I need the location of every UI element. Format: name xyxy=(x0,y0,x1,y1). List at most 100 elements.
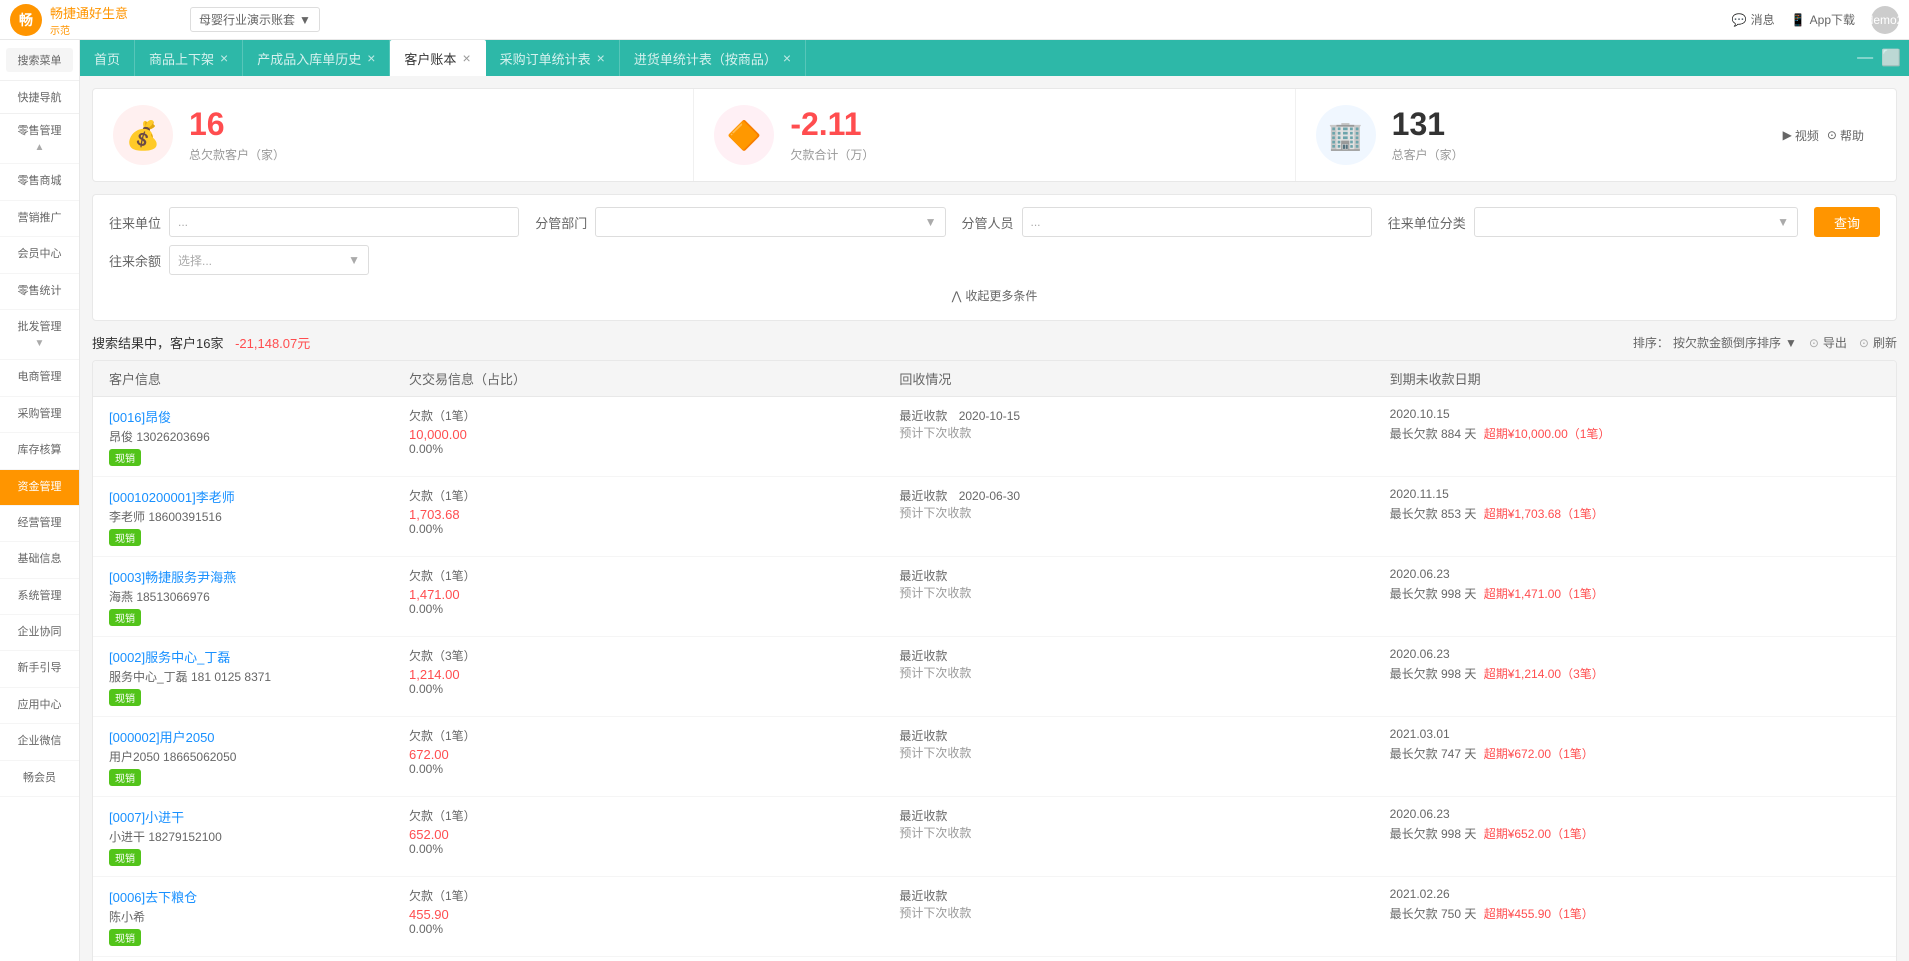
dept-select[interactable]: ▼ xyxy=(595,207,945,237)
sidebar-item-retail-mgmt[interactable]: 零售管理 ▲ xyxy=(0,114,79,164)
customer-name-4[interactable]: [000002]用户2050 xyxy=(109,727,409,746)
sort-selector[interactable]: 排序： 按欠款金额倒序排序 ▼ xyxy=(1633,334,1797,351)
manager-label: 分管人员 xyxy=(962,213,1014,232)
export-btn[interactable]: ⊙ 导出 xyxy=(1809,334,1847,351)
debt-amount-6[interactable]: 455.90 xyxy=(409,907,899,922)
sidebar-item-app-center[interactable]: 应用中心 xyxy=(0,688,79,724)
customer-info-cell: [0016]昂俊 昂俊 13026203696 现销 xyxy=(109,407,409,466)
sidebar-item-retail-mall[interactable]: 零售商城 xyxy=(0,164,79,200)
customer-phone-1: 李老师 18600391516 xyxy=(109,508,409,525)
tab-product-history[interactable]: 产成品入库单历史 × xyxy=(243,40,390,76)
app-download-btn[interactable]: 📱 App下载 xyxy=(1791,11,1855,28)
sidebar-item-system-mgmt[interactable]: 系统管理 xyxy=(0,579,79,615)
tab-product-history-close[interactable]: × xyxy=(367,50,375,66)
help-btn[interactable]: ⊙ 帮助 xyxy=(1827,127,1864,144)
collapse-btn[interactable]: ⋀ 收起更多条件 xyxy=(952,287,1038,304)
overdue-link-0[interactable]: 超期¥10,000.00（1笔） xyxy=(1484,427,1611,441)
overdue-link-5[interactable]: 超期¥652.00（1笔） xyxy=(1484,827,1594,841)
refresh-icon: ⊙ xyxy=(1859,336,1869,350)
stat-info-debt-customers: 16 总欠款客户（家） xyxy=(189,108,673,163)
sidebar-item-retail-stats[interactable]: 零售统计 xyxy=(0,274,79,310)
debt-amount-0[interactable]: 10,000.00 xyxy=(409,427,899,442)
tab-import-stats-close[interactable]: × xyxy=(783,50,791,66)
due-date-2: 2020.06.23 xyxy=(1390,567,1880,581)
overdue-link-1[interactable]: 超期¥1,703.68（1笔） xyxy=(1484,507,1604,521)
sidebar-item-operation-mgmt[interactable]: 经营管理 xyxy=(0,506,79,542)
debt-customers-label: 总欠款客户（家） xyxy=(189,146,673,163)
data-table: 客户信息 欠交易信息（占比） 回收情况 到期未收款日期 [0016]昂俊 昂俊 … xyxy=(92,360,1897,961)
top-bar: 畅 畅捷通好生意 示范 母婴行业演示账套 ▼ 💬 消息 📱 App下载 xyxy=(0,0,1909,40)
overdue-link-6[interactable]: 超期¥455.90（1笔） xyxy=(1484,907,1594,921)
debt-amount-5[interactable]: 652.00 xyxy=(409,827,899,842)
search-menu-btn[interactable]: 搜索菜单 xyxy=(6,48,73,72)
overdue-link-2[interactable]: 超期¥1,471.00（1笔） xyxy=(1484,587,1604,601)
customer-name-6[interactable]: [0006]去下粮仓 xyxy=(109,887,409,906)
balance-select[interactable]: 选择... ▼ xyxy=(169,245,369,275)
total-customers-icon: 🏢 xyxy=(1316,105,1376,165)
sidebar-item-marketing[interactable]: 营销推广 xyxy=(0,201,79,237)
customer-tag-2: 现销 xyxy=(109,609,141,626)
refresh-btn[interactable]: ⊙ 刷新 xyxy=(1859,334,1897,351)
avatar[interactable]: demo2 xyxy=(1871,6,1899,34)
industry-selector[interactable]: 母婴行业演示账套 ▼ xyxy=(190,7,320,32)
customer-name-0[interactable]: [0016]昂俊 xyxy=(109,407,409,426)
debt-amount-3[interactable]: 1,214.00 xyxy=(409,667,899,682)
recovery-latest-0: 最近收款 2020-10-15 xyxy=(899,407,1389,424)
debt-amount-4[interactable]: 672.00 xyxy=(409,747,899,762)
tab-home-label: 首页 xyxy=(94,49,120,68)
sidebar-item-capital-mgmt[interactable]: 资金管理 xyxy=(0,470,79,506)
tab-customer-account-label: 客户账本 xyxy=(404,49,456,68)
dept-chevron: ▼ xyxy=(925,215,937,229)
tab-home[interactable]: 首页 xyxy=(80,40,135,76)
tab-maximize-icon[interactable]: ⬜ xyxy=(1881,48,1901,68)
unit-category-select[interactable]: ▼ xyxy=(1474,207,1798,237)
overdue-days-2: 最长欠款 998 天 xyxy=(1390,587,1477,601)
customer-name-2[interactable]: [0003]畅捷服务尹海燕 xyxy=(109,567,409,586)
debt-count-0: 欠款（1笔） xyxy=(409,407,899,424)
search-button[interactable]: 查询 xyxy=(1814,207,1880,237)
tab-product-shelf-close[interactable]: × xyxy=(220,50,228,66)
sidebar-item-member-center[interactable]: 会员中心 xyxy=(0,237,79,273)
sidebar-item-member-plus[interactable]: 畅会员 xyxy=(0,761,79,797)
sidebar-item-enterprise-wechat[interactable]: 企业微信 xyxy=(0,724,79,760)
sidebar-item-basic-info[interactable]: 基础信息 xyxy=(0,542,79,578)
debt-amount-1[interactable]: 1,703.68 xyxy=(409,507,899,522)
export-icon: ⊙ xyxy=(1809,336,1819,350)
overdue-link-3[interactable]: 超期¥1,214.00（3笔） xyxy=(1484,667,1604,681)
customer-name-3[interactable]: [0002]服务中心_丁磊 xyxy=(109,647,409,666)
tab-purchase-stats-close[interactable]: × xyxy=(597,50,605,66)
table-row: [0016]昂俊 昂俊 13026203696 现销 欠款（1笔） 10,000… xyxy=(93,397,1896,477)
recovery-next-4: 预计下次收款 xyxy=(899,744,1389,761)
tab-purchase-stats[interactable]: 采购订单统计表 × xyxy=(486,40,620,76)
sidebar-item-enterprise-coop[interactable]: 企业协同 xyxy=(0,615,79,651)
tab-minimize-icon[interactable]: — xyxy=(1857,49,1873,67)
table-row: [0003]畅捷服务尹海燕 海燕 18513066976 现销 欠款（1笔） 1… xyxy=(93,557,1896,637)
sidebar-item-inventory[interactable]: 库存核算 xyxy=(0,433,79,469)
from-unit-input[interactable]: ... xyxy=(169,207,519,237)
customer-info-cell: [0003]畅捷服务尹海燕 海燕 18513066976 现销 xyxy=(109,567,409,626)
refresh-label: 刷新 xyxy=(1873,334,1897,351)
quick-nav-btn[interactable]: 快捷导航 xyxy=(0,81,79,114)
sidebar-item-ecommerce-mgmt[interactable]: 电商管理 xyxy=(0,360,79,396)
dept-label: 分管部门 xyxy=(535,213,587,232)
video-btn[interactable]: ▶ 视频 xyxy=(1783,127,1819,144)
logo-icon: 畅 xyxy=(10,4,42,36)
customer-phone-5: 小进干 18279152100 xyxy=(109,828,409,845)
message-btn[interactable]: 💬 消息 xyxy=(1732,11,1775,28)
overdue-link-4[interactable]: 超期¥672.00（1笔） xyxy=(1484,747,1594,761)
tab-customer-account-close[interactable]: × xyxy=(462,50,470,66)
sidebar-item-batch-mgmt[interactable]: 批发管理 ▼ xyxy=(0,310,79,360)
header-recovery: 回收情况 xyxy=(899,369,1389,388)
debt-amount-2[interactable]: 1,471.00 xyxy=(409,587,899,602)
tab-customer-account[interactable]: 客户账本 × xyxy=(390,40,485,76)
customer-phone-2: 海燕 18513066976 xyxy=(109,588,409,605)
customer-name-1[interactable]: [00010200001]李老师 xyxy=(109,487,409,506)
sidebar-item-new-guide[interactable]: 新手引导 xyxy=(0,651,79,687)
manager-input[interactable]: ... xyxy=(1022,207,1372,237)
tab-import-stats[interactable]: 进货单统计表（按商品） × xyxy=(620,40,806,76)
customer-name-5[interactable]: [0007]小进干 xyxy=(109,807,409,826)
recovery-date-0: 2020-10-15 xyxy=(959,409,1020,423)
sidebar-item-purchase-mgmt[interactable]: 采购管理 xyxy=(0,397,79,433)
app-download-label: App下载 xyxy=(1810,11,1855,28)
tab-product-shelf[interactable]: 商品上下架 × xyxy=(135,40,243,76)
